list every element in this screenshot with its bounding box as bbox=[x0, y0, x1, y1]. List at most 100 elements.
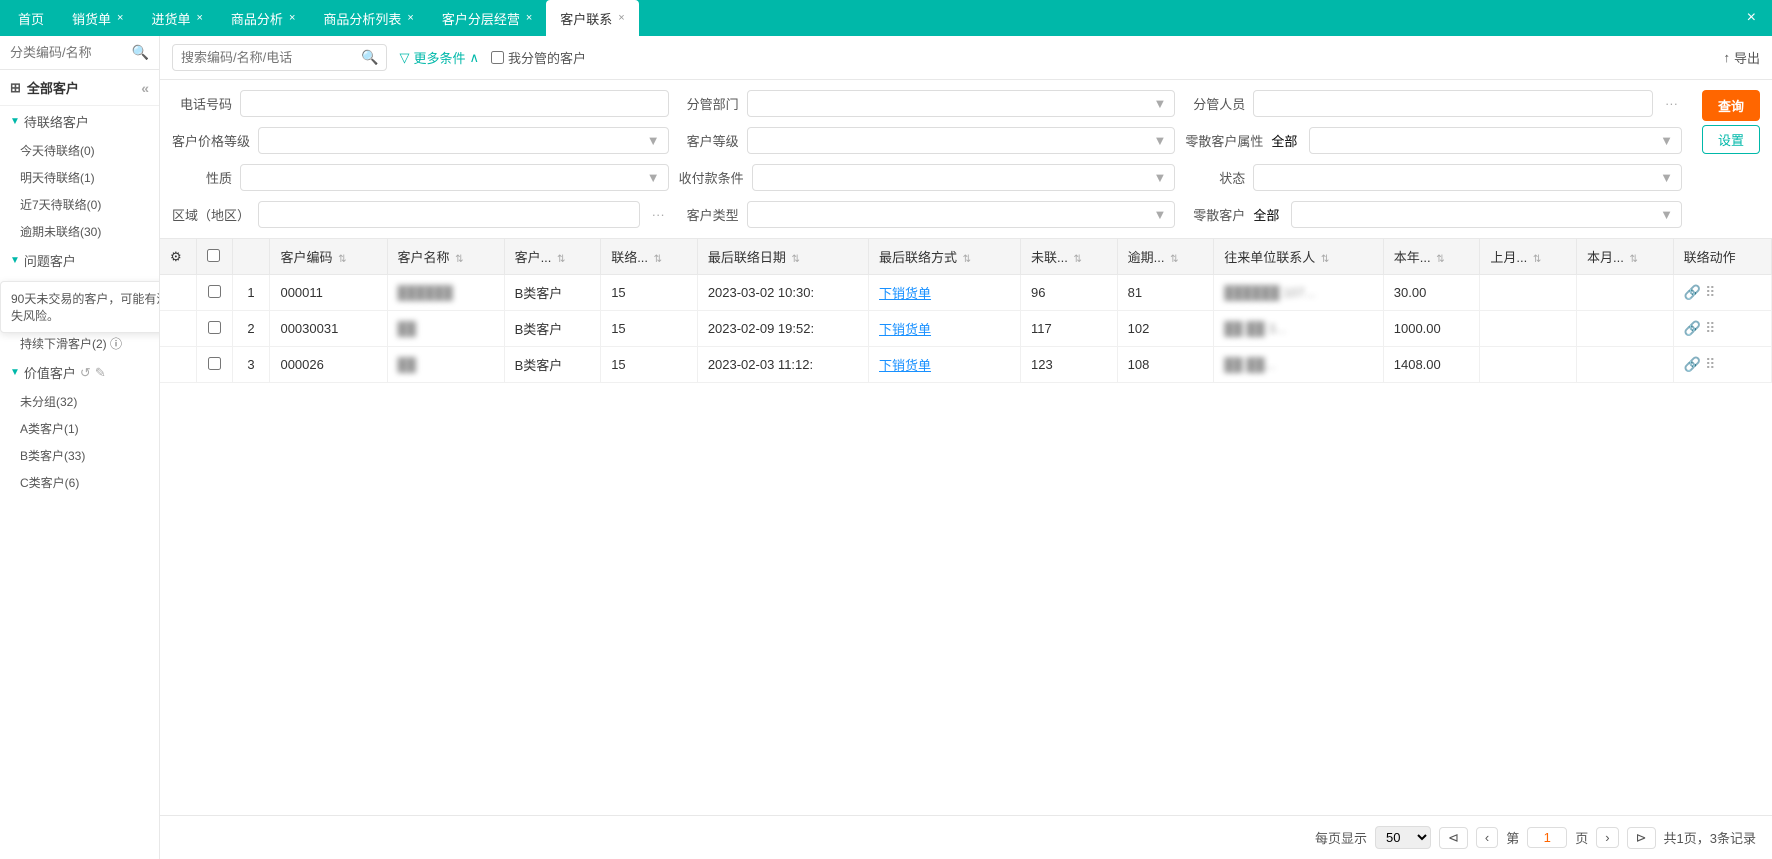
sidebar-item-tomorrow[interactable]: 明天待联络(1) bbox=[0, 164, 159, 191]
filter-select-payment[interactable]: ▼ bbox=[752, 164, 1176, 191]
select-all-checkbox[interactable] bbox=[207, 249, 220, 262]
query-button[interactable]: 查询 bbox=[1702, 90, 1760, 121]
col-this-year[interactable]: 本年... ⇅ bbox=[1383, 239, 1480, 275]
col-checkbox bbox=[196, 239, 232, 275]
row-contact-0: 15 bbox=[601, 275, 698, 311]
collapse-icon[interactable]: « bbox=[141, 80, 149, 96]
first-page-button[interactable]: ⊲ bbox=[1439, 827, 1468, 849]
row-type-1: B类客户 bbox=[504, 311, 601, 347]
row-check-2[interactable] bbox=[208, 357, 221, 370]
last-way-link-1[interactable]: 下销货单 bbox=[879, 322, 931, 337]
next-page-button[interactable]: › bbox=[1596, 827, 1618, 848]
row-last-way-0[interactable]: 下销货单 bbox=[869, 275, 1021, 311]
my-customer-check[interactable] bbox=[491, 51, 504, 64]
sidebar-section-problem[interactable]: ▼ 问题客户 bbox=[0, 245, 159, 276]
page-size-select[interactable]: 50 100 200 bbox=[1375, 826, 1431, 849]
row-grid-icon-2[interactable]: ⠿ bbox=[1705, 356, 1715, 373]
tab-purchase-close[interactable]: × bbox=[196, 12, 202, 24]
filter-region-dots[interactable]: ··· bbox=[648, 207, 669, 222]
col-last-month[interactable]: 上月... ⇅ bbox=[1480, 239, 1577, 275]
row-last-way-1[interactable]: 下销货单 bbox=[869, 311, 1021, 347]
tab-sales-close[interactable]: × bbox=[117, 12, 123, 24]
row-check-1[interactable] bbox=[208, 321, 221, 334]
row-checkbox-0[interactable] bbox=[196, 275, 232, 311]
close-all-button[interactable]: × bbox=[1735, 9, 1768, 27]
tab-product-analysis-close[interactable]: × bbox=[289, 12, 295, 24]
page-number-input[interactable] bbox=[1527, 827, 1567, 848]
sidebar-item-today[interactable]: 今天待联络(0) bbox=[0, 137, 159, 164]
tab-product-analysis[interactable]: 商品分析 × bbox=[217, 0, 309, 36]
row-checkbox-1[interactable] bbox=[196, 311, 232, 347]
col-this-month[interactable]: 本月... ⇅ bbox=[1577, 239, 1674, 275]
value-edit-icon[interactable]: ✎ bbox=[95, 365, 106, 381]
col-not-contacted[interactable]: 未联... ⇅ bbox=[1021, 239, 1118, 275]
row-link-icon-0[interactable]: 🔗 bbox=[1684, 284, 1701, 301]
value-refresh-icon[interactable]: ↺ bbox=[80, 365, 91, 381]
sidebar-item-class-a[interactable]: A类客户(1) bbox=[0, 415, 159, 442]
row-settings-1[interactable] bbox=[160, 311, 196, 347]
filter-row-2: 客户价格等级 ▼ 客户等级 ▼ bbox=[172, 127, 1682, 154]
tab-product-list[interactable]: 商品分析列表 × bbox=[309, 0, 427, 36]
search-button-icon[interactable]: 🔍 bbox=[361, 49, 378, 66]
my-customer-checkbox[interactable]: 我分管的客户 bbox=[491, 48, 586, 67]
filter-select-nature[interactable]: ▼ bbox=[240, 164, 669, 191]
tab-customer-contact-close[interactable]: × bbox=[618, 12, 624, 24]
col-settings[interactable]: ⚙ bbox=[160, 239, 196, 275]
sidebar-item-7days[interactable]: 近7天待联络(0) bbox=[0, 191, 159, 218]
sidebar-item-overdue[interactable]: 逾期未联络(30) bbox=[0, 218, 159, 245]
filter-input-phone[interactable] bbox=[240, 90, 669, 117]
col-code[interactable]: 客户编码 ⇅ bbox=[270, 239, 387, 275]
row-check-0[interactable] bbox=[208, 285, 221, 298]
tab-home[interactable]: 首页 bbox=[4, 0, 58, 36]
filter-select-customer-type[interactable]: ▼ bbox=[747, 201, 1176, 228]
filter-select-dept[interactable]: ▼ bbox=[747, 90, 1176, 117]
row-checkbox-2[interactable] bbox=[196, 347, 232, 383]
row-grid-icon-1[interactable]: ⠿ bbox=[1705, 320, 1715, 337]
export-button[interactable]: ↑ 导出 bbox=[1723, 48, 1760, 67]
col-last-way[interactable]: 最后联络方式 ⇅ bbox=[869, 239, 1021, 275]
sidebar-search-input[interactable] bbox=[10, 45, 128, 60]
col-contact-person[interactable]: 往来单位联系人 ⇅ bbox=[1214, 239, 1384, 275]
last-page-button[interactable]: ⊳ bbox=[1627, 827, 1656, 849]
row-last-way-2[interactable]: 下销货单 bbox=[869, 347, 1021, 383]
last-way-link-0[interactable]: 下销货单 bbox=[879, 286, 931, 301]
filter-input-region[interactable] bbox=[258, 201, 640, 228]
filter-select-retail-customer[interactable]: ▼ bbox=[1291, 201, 1682, 228]
tab-customer-contact[interactable]: 客户联系 × bbox=[546, 0, 638, 36]
row-action-0: 🔗 ⠿ bbox=[1673, 275, 1771, 311]
all-customers-header[interactable]: ⊞ 全部客户 « bbox=[0, 70, 159, 106]
filter-select-retail-attr[interactable]: ▼ bbox=[1309, 127, 1682, 154]
search-input[interactable] bbox=[181, 50, 361, 65]
tab-purchase[interactable]: 进货单 × bbox=[137, 0, 216, 36]
filter-select-price-grade[interactable]: ▼ bbox=[258, 127, 669, 154]
filter-select-customer-grade[interactable]: ▼ bbox=[747, 127, 1176, 154]
row-link-icon-2[interactable]: 🔗 bbox=[1684, 356, 1701, 373]
tab-customer-segment-close[interactable]: × bbox=[526, 12, 532, 24]
filter-select-status[interactable]: ▼ bbox=[1253, 164, 1682, 191]
sidebar-item-declining[interactable]: 持续下滑客户(2) ⓘ bbox=[0, 330, 159, 357]
row-settings-2[interactable] bbox=[160, 347, 196, 383]
sidebar-section-pending[interactable]: ▼ 待联络客户 bbox=[0, 106, 159, 137]
col-overdue[interactable]: 逾期... ⇅ bbox=[1117, 239, 1214, 275]
row-grid-icon-0[interactable]: ⠿ bbox=[1705, 284, 1715, 301]
col-contact[interactable]: 联络... ⇅ bbox=[601, 239, 698, 275]
settings-button[interactable]: 设置 bbox=[1702, 125, 1760, 154]
filter-manager-dots[interactable]: ··· bbox=[1661, 96, 1682, 111]
sidebar-item-class-c[interactable]: C类客户(6) bbox=[0, 469, 159, 496]
row-settings-0[interactable] bbox=[160, 275, 196, 311]
last-way-link-2[interactable]: 下销货单 bbox=[879, 358, 931, 373]
section-arrow-pending: ▼ bbox=[10, 116, 20, 127]
tab-product-list-close[interactable]: × bbox=[407, 12, 413, 24]
filter-input-manager[interactable] bbox=[1253, 90, 1653, 117]
sidebar-item-ungrouped[interactable]: 未分组(32) bbox=[0, 388, 159, 415]
sidebar-section-value[interactable]: ▼ 价值客户 ↺ ✎ bbox=[0, 357, 159, 388]
sidebar-item-class-b[interactable]: B类客户(33) bbox=[0, 442, 159, 469]
row-link-icon-1[interactable]: 🔗 bbox=[1684, 320, 1701, 337]
prev-page-button[interactable]: ‹ bbox=[1476, 827, 1498, 848]
col-name[interactable]: 客户名称 ⇅ bbox=[387, 239, 504, 275]
tab-sales[interactable]: 销货单 × bbox=[58, 0, 137, 36]
col-type[interactable]: 客户... ⇅ bbox=[504, 239, 601, 275]
more-filters-button[interactable]: ▽ 更多条件 ∧ bbox=[399, 48, 479, 67]
tab-customer-segment[interactable]: 客户分层经营 × bbox=[428, 0, 546, 36]
col-last-date[interactable]: 最后联络日期 ⇅ bbox=[697, 239, 868, 275]
